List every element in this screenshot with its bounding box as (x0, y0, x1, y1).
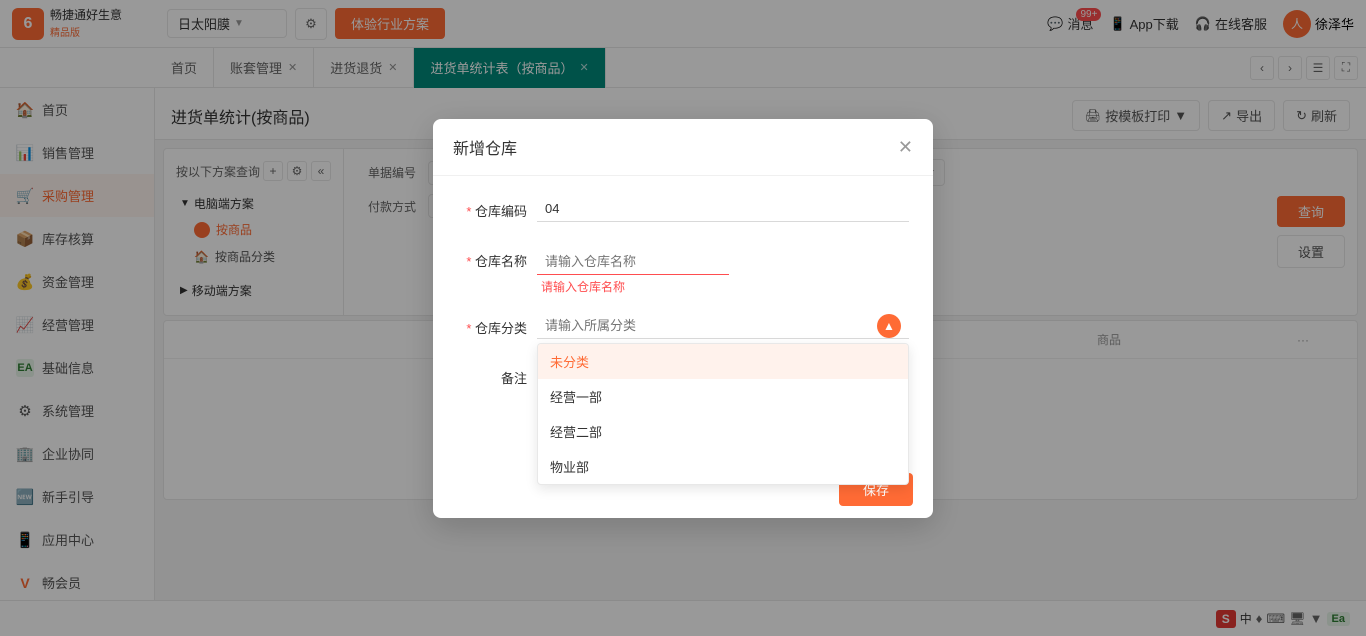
modal-body: * 仓库编码 * 仓库名称 请输入仓库名称 (433, 176, 933, 461)
form-row-code: * 仓库编码 (457, 196, 909, 228)
category-select-wrapper: ▲ 未分类 经营一部 经营二部 物业部 (537, 313, 909, 339)
dropdown-item-property[interactable]: 物业部 (538, 449, 908, 484)
remark-label: 备注 (457, 363, 537, 395)
modal-title: 新增仓库 (453, 135, 517, 159)
category-dropdown: 未分类 经营一部 经营二部 物业部 (537, 343, 909, 485)
dropdown-item-unclassified[interactable]: 未分类 (538, 344, 908, 379)
category-input[interactable] (537, 313, 909, 339)
code-label: * 仓库编码 (457, 196, 537, 228)
name-input[interactable] (537, 249, 729, 275)
name-label: * 仓库名称 (457, 246, 537, 278)
modal-overlay[interactable]: 新增仓库 ✕ * 仓库编码 * 仓库名称 (0, 0, 1366, 636)
form-row-category: * 仓库分类 ▲ 未分类 经营一部 经营二部 物业部 (457, 313, 909, 345)
code-input[interactable] (537, 196, 909, 222)
form-row-name: * 仓库名称 请输入仓库名称 (457, 246, 909, 295)
category-arrow-button[interactable]: ▲ (877, 314, 901, 338)
name-error: 请输入仓库名称 (457, 278, 625, 295)
modal-header: 新增仓库 ✕ (433, 119, 933, 176)
new-warehouse-modal: 新增仓库 ✕ * 仓库编码 * 仓库名称 (433, 119, 933, 518)
modal-close-button[interactable]: ✕ (898, 138, 913, 156)
dropdown-item-dept1[interactable]: 经营一部 (538, 379, 908, 414)
dropdown-item-dept2[interactable]: 经营二部 (538, 414, 908, 449)
category-label: * 仓库分类 (457, 313, 537, 345)
